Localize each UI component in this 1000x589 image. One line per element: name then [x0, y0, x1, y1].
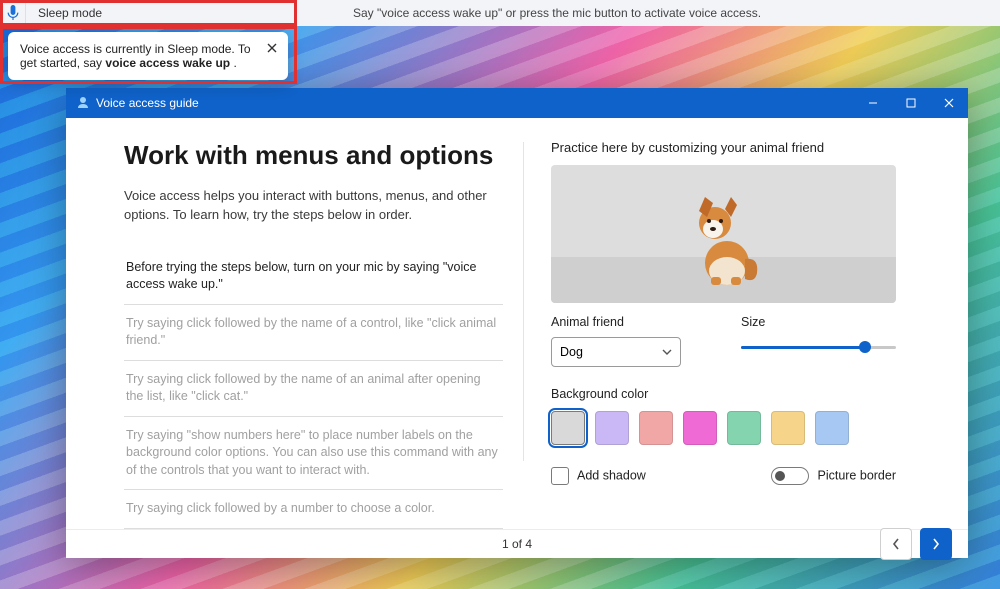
- chevron-right-icon: [932, 538, 940, 550]
- toggle-icon: [771, 467, 809, 485]
- step-item: Try saying "show numbers here" to place …: [124, 417, 503, 491]
- animal-canvas[interactable]: [551, 165, 896, 303]
- background-color-label: Background color: [551, 387, 896, 401]
- checkbox-icon: [551, 467, 569, 485]
- close-icon: [267, 43, 277, 53]
- tooltip-bold: voice access wake up: [105, 56, 230, 70]
- intro-text: Voice access helps you interact with but…: [124, 187, 503, 225]
- color-swatch[interactable]: [815, 411, 849, 445]
- steps-list: Before trying the steps below, turn on y…: [124, 249, 503, 529]
- step-item: Try saying click followed by a number to…: [124, 490, 503, 529]
- animal-friend-select[interactable]: Dog: [551, 337, 681, 367]
- color-swatch[interactable]: [595, 411, 629, 445]
- window-close-button[interactable]: [930, 88, 968, 118]
- color-swatch[interactable]: [683, 411, 717, 445]
- background-color-swatches: [551, 411, 896, 445]
- app-icon: [76, 95, 90, 112]
- size-slider[interactable]: [741, 337, 896, 357]
- practice-label: Practice here by customizing your animal…: [551, 140, 896, 155]
- color-swatch[interactable]: [639, 411, 673, 445]
- add-shadow-option[interactable]: Add shadow: [551, 467, 646, 485]
- page-indicator: 1 of 4: [502, 537, 532, 551]
- minimize-icon: [868, 98, 878, 108]
- chevron-down-icon: [662, 349, 672, 355]
- next-button[interactable]: [920, 528, 952, 560]
- maximize-icon: [906, 98, 916, 108]
- tooltip-suffix: .: [230, 56, 237, 70]
- picture-border-label: Picture border: [817, 468, 896, 482]
- mic-button[interactable]: [0, 0, 26, 26]
- color-swatch[interactable]: [771, 411, 805, 445]
- sleep-mode-tooltip: Voice access is currently in Sleep mode.…: [8, 32, 288, 80]
- voice-access-topbar: Sleep mode Say "voice access wake up" or…: [0, 0, 1000, 26]
- page-heading: Work with menus and options: [124, 140, 503, 171]
- color-swatch[interactable]: [727, 411, 761, 445]
- window-minimize-button[interactable]: [854, 88, 892, 118]
- add-shadow-label: Add shadow: [577, 468, 646, 482]
- window-titlebar[interactable]: Voice access guide: [66, 88, 968, 118]
- window-footer: 1 of 4: [66, 529, 968, 558]
- voice-access-guide-window: Voice access guide Work with menus and o…: [66, 88, 968, 558]
- window-title: Voice access guide: [96, 96, 199, 110]
- picture-border-option[interactable]: Picture border: [771, 467, 896, 485]
- animal-friend-label: Animal friend: [551, 315, 681, 329]
- step-item: Try saying click followed by the name of…: [124, 305, 503, 361]
- step-item: Before trying the steps below, turn on y…: [124, 249, 503, 305]
- prev-button[interactable]: [880, 528, 912, 560]
- step-item: Try saying click followed by the name of…: [124, 361, 503, 417]
- chevron-left-icon: [892, 538, 900, 550]
- dog-image: [681, 193, 767, 289]
- close-icon: [944, 98, 954, 108]
- color-swatch[interactable]: [551, 411, 585, 445]
- tooltip-close-button[interactable]: [264, 40, 280, 56]
- window-maximize-button[interactable]: [892, 88, 930, 118]
- size-label: Size: [741, 315, 896, 329]
- voice-access-hint: Say "voice access wake up" or press the …: [114, 6, 1000, 20]
- voice-access-status: Sleep mode: [26, 6, 114, 20]
- select-value: Dog: [560, 345, 583, 359]
- mic-icon: [6, 5, 20, 21]
